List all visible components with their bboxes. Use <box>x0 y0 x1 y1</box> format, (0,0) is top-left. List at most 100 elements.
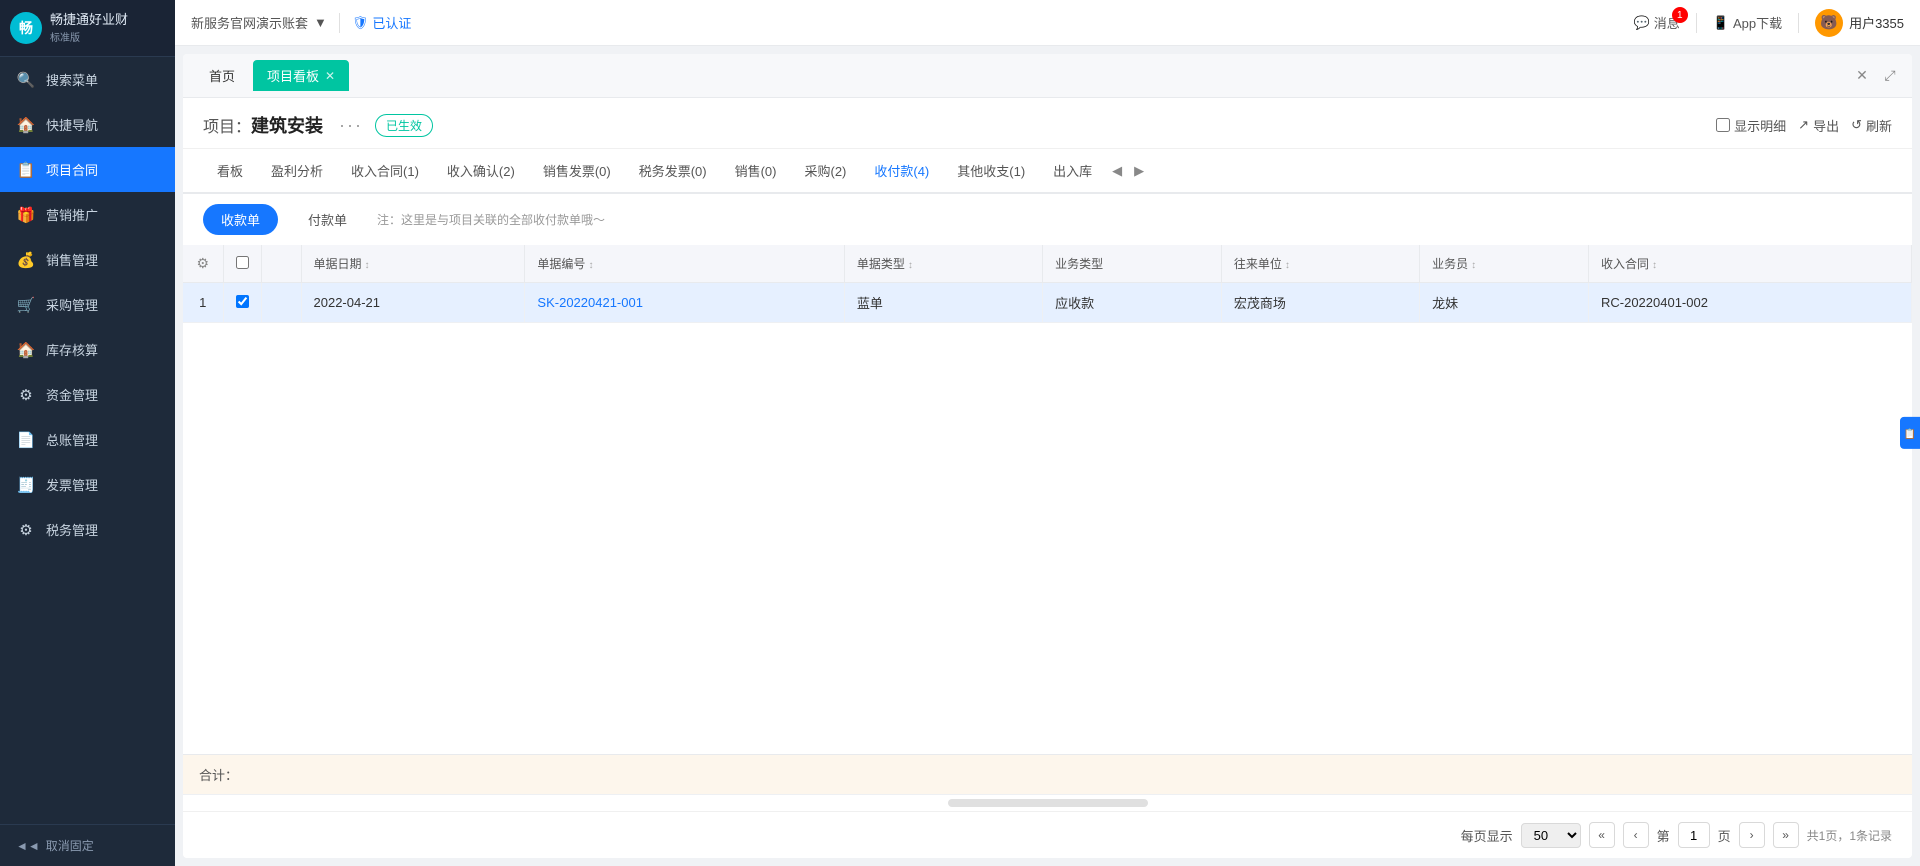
col-date-label[interactable]: 单据日期↕ <box>301 245 525 283</box>
project-name: 新服务官网演示账套 <box>191 13 308 32</box>
col-income-contract-label[interactable]: 收入合同↕ <box>1588 245 1911 283</box>
sidebar-item-label: 资金管理 <box>46 385 98 404</box>
sidebar: 畅 畅捷通好业财 标准版 🔍 搜索菜单 🏠 快捷导航 📋 项目合同 🎁 营销推广… <box>0 0 175 866</box>
first-page-button[interactable]: « <box>1589 822 1615 848</box>
tab-home-label: 首页 <box>209 66 235 85</box>
col-settings[interactable]: ⚙ <box>183 245 223 283</box>
refresh-button[interactable]: ↺ 刷新 <box>1851 116 1892 135</box>
sub-tab-profit[interactable]: 盈利分析 <box>257 149 337 194</box>
table-footer: 合计： <box>183 754 1912 794</box>
app-download-button[interactable]: 📱 App下载 <box>1713 13 1782 32</box>
document-link[interactable]: SK-20220421-001 <box>537 295 643 310</box>
topbar-divider-1 <box>339 13 340 33</box>
per-page-select[interactable]: 50 100 <box>1521 823 1581 848</box>
cell-settings: 1 <box>183 283 223 323</box>
col-code-label[interactable]: 单据编号↕ <box>525 245 844 283</box>
sidebar-item-tax[interactable]: ⚙ 税务管理 <box>0 507 175 552</box>
sub-tab-income-contract[interactable]: 收入合同(1) <box>337 149 433 194</box>
export-label: 导出 <box>1813 116 1839 135</box>
scrollbar-area[interactable] <box>183 794 1912 811</box>
sub-tab-sales[interactable]: 销售(0) <box>721 149 791 194</box>
sub-tab-tax-invoice[interactable]: 税务发票(0) <box>625 149 721 194</box>
sidebar-item-ledger[interactable]: 📄 总账管理 <box>0 417 175 462</box>
receipt-order-button[interactable]: 收款单 <box>203 204 278 235</box>
main-area: 新服务官网演示账套 ▼ 🛡 已认证 💬 消息 1 📱 App下载 🐻 <box>175 0 1920 866</box>
sidebar-item-finance[interactable]: ⚙ 资金管理 <box>0 372 175 417</box>
tab-project-board[interactable]: 项目看板 ✕ <box>253 60 349 91</box>
per-page-label: 每页显示 <box>1461 826 1513 845</box>
col-date[interactable] <box>261 245 301 283</box>
sub-tab-sales-invoice[interactable]: 销售发票(0) <box>529 149 625 194</box>
total-pages-info: 共1页，1条记录 <box>1807 827 1892 844</box>
cell-checkbox[interactable] <box>223 283 261 323</box>
col-type-label[interactable]: 单据类型↕ <box>844 245 1042 283</box>
sub-tab-receipt[interactable]: 收付款(4) <box>860 149 943 194</box>
show-detail-label: 显示明细 <box>1734 116 1786 135</box>
right-panel-toggle[interactable]: 📋 <box>1900 417 1920 449</box>
sidebar-item-label: 销售管理 <box>46 250 98 269</box>
sidebar-item-label: 快捷导航 <box>46 115 98 134</box>
select-all-checkbox[interactable] <box>236 256 249 269</box>
message-button[interactable]: 💬 消息 1 <box>1634 13 1680 32</box>
tab-home[interactable]: 首页 <box>195 60 249 91</box>
sub-tab-board[interactable]: 看板 <box>203 149 257 194</box>
sidebar-item-label: 营销推广 <box>46 205 98 224</box>
cell-type: 蓝单 <box>844 283 1042 323</box>
invoice-icon: 🧾 <box>16 476 36 494</box>
tab-close-icon[interactable]: ✕ <box>325 69 335 83</box>
total-label: 合计： <box>199 765 238 784</box>
row-checkbox[interactable] <box>236 295 249 308</box>
sub-tab-prev[interactable]: ◀ <box>1106 163 1128 179</box>
project-selector[interactable]: 新服务官网演示账套 ▼ <box>191 13 327 32</box>
avatar: 🐻 <box>1815 9 1843 37</box>
sub-tab-stock-io[interactable]: 出入库 <box>1039 149 1106 194</box>
project-actions: 显示明细 ↗ 导出 ↺ 刷新 <box>1716 116 1892 135</box>
payment-order-button[interactable]: 付款单 <box>290 204 365 235</box>
sub-tab-other-expense[interactable]: 其他收支(1) <box>943 149 1039 194</box>
project-more-button[interactable]: ··· <box>339 115 363 136</box>
sidebar-item-label: 项目合同 <box>46 160 98 179</box>
user-menu[interactable]: 🐻 用户3355 <box>1815 9 1904 37</box>
col-checkbox[interactable] <box>223 245 261 283</box>
window-controls: ✕ ⤢ <box>1852 66 1900 86</box>
sidebar-item-label: 发票管理 <box>46 475 98 494</box>
next-page-button[interactable]: › <box>1739 822 1765 848</box>
message-badge: 1 <box>1672 7 1688 23</box>
settings-icon[interactable]: ⚙ <box>196 255 209 271</box>
verified-label: 已认证 <box>372 13 411 32</box>
cell-code[interactable]: SK-20220421-001 <box>525 283 844 323</box>
sidebar-item-search[interactable]: 🔍 搜索菜单 <box>0 57 175 102</box>
export-button[interactable]: ↗ 导出 <box>1798 116 1839 135</box>
page-number-input[interactable] <box>1678 822 1710 848</box>
sidebar-item-purchase[interactable]: 🛒 采购管理 <box>0 282 175 327</box>
expand-window-button[interactable]: ⤢ <box>1880 66 1900 86</box>
project-prefix: 项目： <box>203 113 251 137</box>
sub-tab-next[interactable]: ▶ <box>1128 163 1150 179</box>
table-row[interactable]: 1 2022-04-21 SK-20220421-001 蓝单 应收款 <box>183 283 1912 323</box>
sidebar-item-marketing[interactable]: 🎁 营销推广 <box>0 192 175 237</box>
gift-icon: 🎁 <box>16 206 36 224</box>
sidebar-item-contract[interactable]: 📋 项目合同 <box>0 147 175 192</box>
col-salesperson-label[interactable]: 业务员↕ <box>1420 245 1589 283</box>
sidebar-item-quick[interactable]: 🏠 快捷导航 <box>0 102 175 147</box>
sidebar-item-inventory[interactable]: 🏠 库存核算 <box>0 327 175 372</box>
cancel-pin-button[interactable]: ◄◄ 取消固定 <box>0 824 175 866</box>
table-container[interactable]: ⚙ 单据日期↕ 单据编号↕ <box>183 245 1912 754</box>
sub-tab-purchase[interactable]: 采购(2) <box>790 149 860 194</box>
table-header-row: ⚙ 单据日期↕ 单据编号↕ <box>183 245 1912 283</box>
prev-page-button[interactable]: ‹ <box>1623 822 1649 848</box>
close-window-button[interactable]: ✕ <box>1852 66 1872 86</box>
app-logo-icon: 畅 <box>10 12 42 44</box>
inventory-icon: 🏠 <box>16 341 36 359</box>
horizontal-scrollbar[interactable] <box>948 799 1148 807</box>
sidebar-item-invoice[interactable]: 🧾 发票管理 <box>0 462 175 507</box>
sub-tab-income-confirm[interactable]: 收入确认(2) <box>433 149 529 194</box>
col-partner-label[interactable]: 往来单位↕ <box>1221 245 1419 283</box>
sidebar-item-label: 总账管理 <box>46 430 98 449</box>
page-suffix: 页 <box>1718 826 1731 845</box>
last-page-button[interactable]: » <box>1773 822 1799 848</box>
cell-income-contract: RC-20220401-002 <box>1588 283 1911 323</box>
show-detail-toggle[interactable]: 显示明细 <box>1716 116 1786 135</box>
show-detail-checkbox[interactable] <box>1716 118 1730 132</box>
sidebar-item-sales[interactable]: 💰 销售管理 <box>0 237 175 282</box>
